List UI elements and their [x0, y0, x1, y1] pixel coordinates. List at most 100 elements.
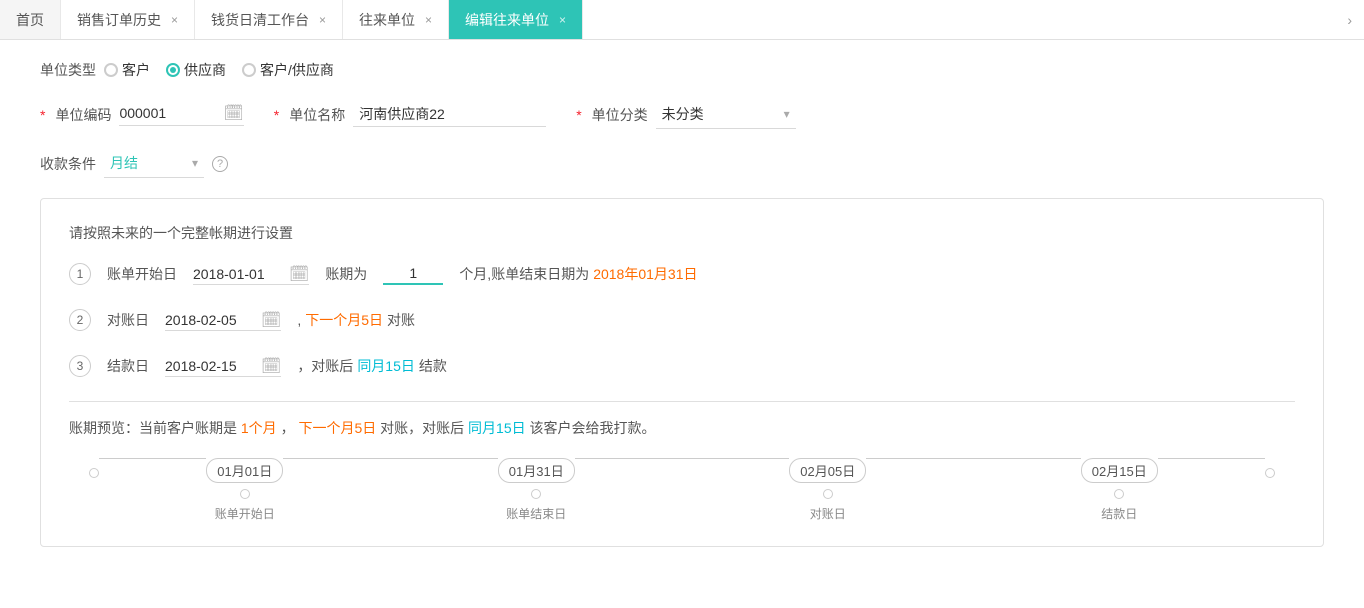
step-3-num: 3: [69, 355, 91, 377]
radio-supplier-circle: [166, 63, 180, 77]
unit-code-label: 单位编码: [55, 105, 111, 125]
step-3-calendar-icon[interactable]: 🗓: [261, 356, 281, 376]
section-title: 请按照未来的一个完整帐期进行设置: [69, 223, 1295, 243]
step-3-date-input: 🗓: [165, 356, 281, 377]
payment-terms-value: 月结: [110, 153, 188, 173]
unit-name-group: * 单位名称: [274, 102, 546, 127]
tab-partner[interactable]: 往来单位 ×: [343, 0, 449, 39]
main-content: 单位类型 客户 供应商 客户/供应商 * 单位编码: [0, 40, 1364, 608]
unit-name-star: *: [274, 107, 279, 123]
timeline-node-3-label: 02月05日: [789, 458, 866, 483]
tab-edit-partner-label: 编辑往来单位: [465, 10, 549, 30]
timeline-node-4: 02月15日 结款日: [1081, 458, 1158, 522]
timeline-segment-3: [575, 458, 790, 459]
preview-comma1: ，: [281, 420, 295, 436]
payment-terms-label: 收款条件: [40, 154, 96, 174]
preview-text: 账期预览：当前客户账期是 1个月 ， 下一个月5日 对账，对账后 同月15日 该…: [69, 418, 1295, 438]
timeline-line-5: [1158, 458, 1265, 459]
step-3-date[interactable]: [165, 358, 255, 374]
tab-home[interactable]: 首页: [0, 0, 61, 39]
preview-part2: 下一个月5日: [298, 420, 376, 436]
unit-category-dropdown[interactable]: 未分类 ▾: [656, 100, 796, 129]
step-2-date-input: 🗓: [165, 310, 281, 331]
unit-name-label: 单位名称: [289, 105, 345, 125]
tab-cash-work[interactable]: 钱货日清工作台 ×: [195, 0, 343, 39]
timeline-segment-5: [1158, 458, 1265, 459]
unit-info-row: * 单位编码 🗓 * 单位名称 * 单位分类 未分类 ▾: [40, 100, 1324, 129]
unit-code-star: *: [40, 107, 45, 123]
preview-part3: 同月15日: [468, 420, 526, 436]
step-2-date[interactable]: [165, 312, 255, 328]
unit-category-label: 单位分类: [592, 105, 648, 125]
radio-customer-circle: [104, 63, 118, 77]
step-2-highlight: 下一个月5日: [305, 310, 383, 330]
timeline-node-1-dot: [240, 489, 250, 499]
preview-part1: 1个月: [241, 420, 277, 436]
step-1-num: 1: [69, 263, 91, 285]
timeline-end: [1265, 458, 1275, 478]
timeline-end-dot: [1265, 468, 1275, 478]
unit-category-star: *: [576, 107, 581, 123]
unit-type-group: 单位类型 客户 供应商 客户/供应商: [40, 60, 334, 80]
timeline-node-4-dot: [1114, 489, 1124, 499]
timeline-node-3-dot: [823, 489, 833, 499]
preview-middle: 对账，对账后: [380, 420, 468, 436]
timeline-node-3-desc: 对账日: [810, 505, 846, 522]
radio-supplier[interactable]: 供应商: [166, 60, 226, 80]
payment-terms-dropdown[interactable]: 月结 ▾: [104, 149, 204, 178]
step-1-row: 1 账单开始日 🗓 账期为 个月,账单结束日期为 2018年01月31日: [69, 263, 1295, 285]
timeline-line-4: [866, 458, 1081, 459]
timeline-node-2-label: 01月31日: [498, 458, 575, 483]
step-3-row: 3 结款日 🗓 ，对账后 同月15日 结款: [69, 355, 1295, 377]
timeline-node-1-desc: 账单开始日: [215, 505, 275, 522]
tab-partner-close[interactable]: ×: [425, 13, 432, 27]
tab-bar: 首页 销售订单历史 × 钱货日清工作台 × 往来单位 × 编辑往来单位 × ›: [0, 0, 1364, 40]
tab-sales-history[interactable]: 销售订单历史 ×: [61, 0, 195, 39]
radio-customer[interactable]: 客户: [104, 60, 150, 80]
step-1-date-input: 🗓: [193, 264, 309, 285]
unit-type-radio-group: 客户 供应商 客户/供应商: [104, 60, 334, 80]
step-2-calendar-icon[interactable]: 🗓: [261, 310, 281, 330]
tab-home-label: 首页: [16, 10, 44, 30]
unit-code-input-wrapper: 🗓: [119, 103, 243, 126]
timeline: 01月01日 账单开始日 01月31日 账单结束日 02月05日: [69, 458, 1295, 522]
unit-code-input[interactable]: [119, 105, 219, 121]
timeline-segment-4: [866, 458, 1081, 459]
unit-code-icon[interactable]: 🗓: [223, 103, 243, 123]
tab-cash-work-close[interactable]: ×: [319, 13, 326, 27]
tab-expand-button[interactable]: ›: [1335, 0, 1364, 39]
tab-partner-label: 往来单位: [359, 10, 415, 30]
period-input[interactable]: [383, 263, 443, 285]
timeline-line-2: [283, 458, 498, 459]
tab-cash-work-label: 钱货日清工作台: [211, 10, 309, 30]
payment-terms-row: 收款条件 月结 ▾ ?: [40, 149, 1324, 178]
payment-terms-arrow-icon: ▾: [192, 156, 198, 170]
tab-edit-partner-close[interactable]: ×: [559, 13, 566, 27]
step-2-label: 对账日: [107, 310, 149, 330]
step-1-end-date: 2018年01月31日: [593, 264, 697, 284]
timeline-segment-1: [99, 458, 206, 459]
unit-category-arrow-icon: ▾: [784, 107, 790, 121]
timeline-node-2: 01月31日 账单结束日: [498, 458, 575, 522]
step-2-desc: ,下一个月5日 对账: [297, 310, 415, 330]
tab-edit-partner[interactable]: 编辑往来单位 ×: [449, 0, 583, 39]
settings-section: 请按照未来的一个完整帐期进行设置 1 账单开始日 🗓 账期为 个月,账单结束日期…: [40, 198, 1324, 547]
step-1-calendar-icon[interactable]: 🗓: [289, 264, 309, 284]
timeline-node-2-desc: 账单结束日: [506, 505, 566, 522]
timeline-node-1: 01月01日 账单开始日: [206, 458, 283, 522]
timeline-start: [89, 458, 99, 478]
timeline-node-4-desc: 结款日: [1101, 505, 1137, 522]
help-icon[interactable]: ?: [212, 156, 228, 172]
step-1-date[interactable]: [193, 266, 283, 282]
timeline-line-1: [99, 458, 206, 459]
timeline-node-2-dot: [531, 489, 541, 499]
unit-code-group: * 单位编码 🗓: [40, 103, 244, 126]
radio-customer-supplier[interactable]: 客户/供应商: [242, 60, 334, 80]
preview-prefix: 账期预览：当前客户账期是: [69, 420, 237, 436]
step-2-num: 2: [69, 309, 91, 331]
unit-name-input[interactable]: [353, 102, 546, 127]
tab-sales-history-close[interactable]: ×: [171, 13, 178, 27]
step-1-label: 账单开始日: [107, 264, 177, 284]
timeline-node-3: 02月05日 对账日: [789, 458, 866, 522]
step-1-desc-prefix: 账期为: [325, 264, 367, 284]
